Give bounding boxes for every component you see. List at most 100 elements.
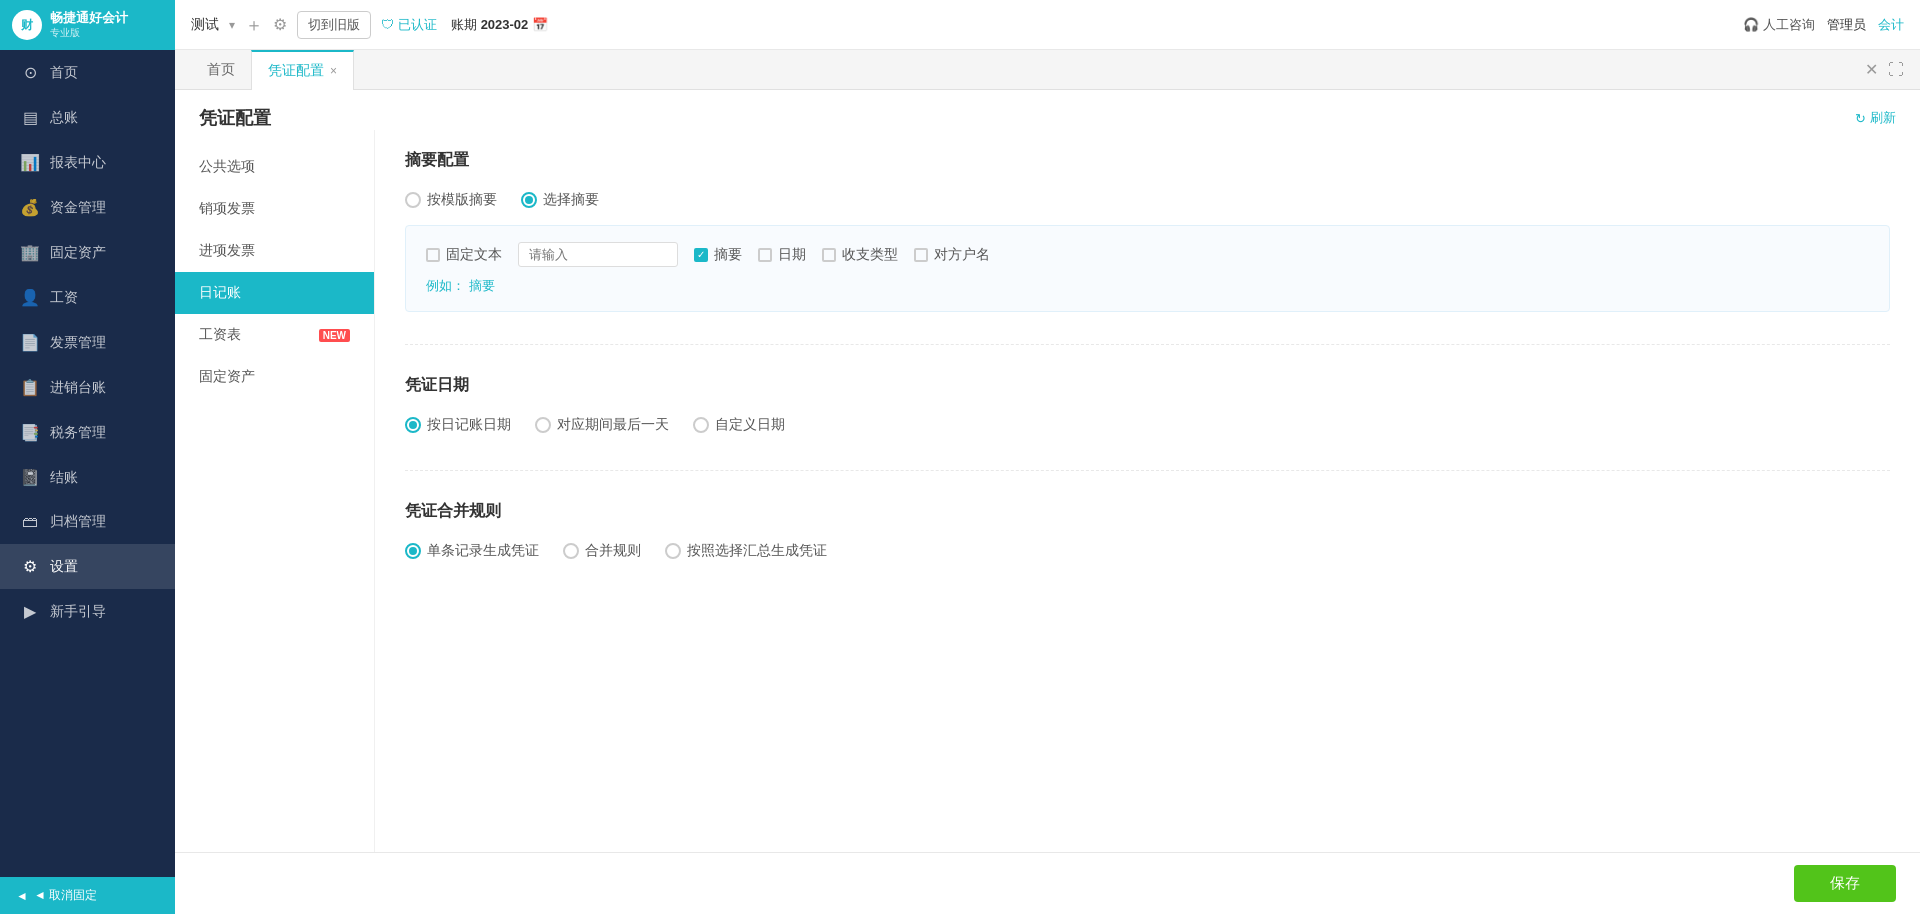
cancel-fixed-button[interactable]: ◄ ◄ 取消固定 bbox=[0, 877, 175, 914]
example-prefix: 例如： bbox=[426, 278, 465, 293]
tabbar: 首页 凭证配置 × ✕ ⛶ bbox=[175, 50, 1920, 90]
sidebar-item-settings[interactable]: ⚙ 设置 bbox=[0, 544, 175, 589]
sidebar-item-sales-ledger[interactable]: 📋 进销台账 bbox=[0, 365, 175, 410]
ledger-icon: ▤ bbox=[20, 108, 40, 127]
content-area: 凭证配置 ↻ 刷新 公共选项 销项发票 进项发票 日记账 工资表 NEW bbox=[175, 90, 1920, 914]
two-panel: 公共选项 销项发票 进项发票 日记账 工资表 NEW 固定资产 摘要配置 bbox=[175, 130, 1920, 852]
old-version-button[interactable]: 切到旧版 bbox=[297, 11, 371, 39]
merge-title: 凭证合并规则 bbox=[405, 501, 1890, 522]
checkbox-type-box[interactable] bbox=[822, 248, 836, 262]
shield-icon: 🛡 bbox=[381, 17, 394, 32]
checkbox-fixed-text-label: 固定文本 bbox=[446, 246, 502, 264]
checkbox-abstract-box[interactable] bbox=[694, 248, 708, 262]
radio-select[interactable]: 选择摘要 bbox=[521, 191, 599, 209]
manager-name: 管理员 bbox=[1827, 16, 1866, 34]
consult-label: 人工咨询 bbox=[1763, 16, 1815, 34]
logo-text-block: 畅捷通好会计 专业版 bbox=[50, 10, 128, 40]
cancel-fixed-icon: ◄ bbox=[16, 889, 28, 903]
checkbox-abstract[interactable]: 摘要 bbox=[694, 246, 742, 264]
sidebar-item-close-books[interactable]: 📓 结账 bbox=[0, 455, 175, 500]
cancel-fixed-label: ◄ 取消固定 bbox=[34, 887, 97, 904]
sidebar-item-guide[interactable]: ▶ 新手引导 bbox=[0, 589, 175, 634]
checkbox-fixed-text[interactable]: 固定文本 bbox=[426, 246, 502, 264]
sidebar-label-tax: 税务管理 bbox=[50, 424, 106, 442]
leftnav-purchase[interactable]: 进项发票 bbox=[175, 230, 374, 272]
radio-select-circle bbox=[521, 192, 537, 208]
refresh-label: 刷新 bbox=[1870, 109, 1896, 127]
right-content: 摘要配置 按模版摘要 选择摘要 bbox=[375, 130, 1920, 852]
sidebar-label-reports: 报表中心 bbox=[50, 154, 106, 172]
leftnav-payroll[interactable]: 工资表 NEW bbox=[175, 314, 374, 356]
tab-home[interactable]: 首页 bbox=[191, 50, 251, 90]
sidebar-item-archive[interactable]: 🗃 归档管理 bbox=[0, 500, 175, 544]
settings-button[interactable]: ⚙ bbox=[273, 15, 287, 34]
radio-journal-date-label: 按日记账日期 bbox=[427, 416, 511, 434]
company-name: 测试 bbox=[191, 16, 219, 34]
save-button[interactable]: 保存 bbox=[1794, 865, 1896, 902]
checkbox-date-label: 日期 bbox=[778, 246, 806, 264]
sales-ledger-icon: 📋 bbox=[20, 378, 40, 397]
close-window-icon[interactable]: ✕ bbox=[1865, 60, 1878, 79]
payroll-label: 工资表 bbox=[199, 326, 241, 344]
radio-custom-date-circle bbox=[693, 417, 709, 433]
sidebar-item-fund[interactable]: 💰 资金管理 bbox=[0, 185, 175, 230]
page-header: 凭证配置 ↻ 刷新 bbox=[175, 90, 1920, 130]
radio-custom-date[interactable]: 自定义日期 bbox=[693, 416, 785, 434]
sidebar-item-assets[interactable]: 🏢 固定资产 bbox=[0, 230, 175, 275]
summary-config-row: 固定文本 摘要 日期 bbox=[426, 242, 1869, 267]
fixed-text-input[interactable] bbox=[518, 242, 678, 267]
leftnav-sales[interactable]: 销项发票 bbox=[175, 188, 374, 230]
summary-title: 摘要配置 bbox=[405, 150, 1890, 171]
logo-text: 畅捷通好会计 bbox=[50, 10, 128, 26]
summary-config-box: 固定文本 摘要 日期 bbox=[405, 225, 1890, 312]
sidebar-label-ledger: 总账 bbox=[50, 109, 78, 127]
leftnav-public[interactable]: 公共选项 bbox=[175, 146, 374, 188]
sidebar-item-invoice[interactable]: 📄 发票管理 bbox=[0, 320, 175, 365]
dropdown-arrow-icon[interactable]: ▾ bbox=[229, 18, 235, 32]
tax-icon: 📑 bbox=[20, 423, 40, 442]
new-badge: NEW bbox=[319, 329, 350, 342]
sidebar-label-sales-ledger: 进销台账 bbox=[50, 379, 106, 397]
checkbox-fixed-text-box[interactable] bbox=[426, 248, 440, 262]
radio-single-label: 单条记录生成凭证 bbox=[427, 542, 539, 560]
tab-home-label: 首页 bbox=[207, 61, 235, 79]
radio-merge-rule[interactable]: 合并规则 bbox=[563, 542, 641, 560]
radio-journal-date[interactable]: 按日记账日期 bbox=[405, 416, 511, 434]
radio-select-merge-circle bbox=[665, 543, 681, 559]
sidebar-item-reports[interactable]: 📊 报表中心 bbox=[0, 140, 175, 185]
tab-voucher-config[interactable]: 凭证配置 × bbox=[251, 50, 354, 90]
leftnav-fixed[interactable]: 固定资产 bbox=[175, 356, 374, 398]
period-label: 账期 2023-02 📅 bbox=[451, 16, 548, 34]
radio-period-last[interactable]: 对应期间最后一天 bbox=[535, 416, 669, 434]
checkbox-date-box[interactable] bbox=[758, 248, 772, 262]
example-value: 摘要 bbox=[469, 278, 495, 293]
refresh-button[interactable]: ↻ 刷新 bbox=[1855, 109, 1896, 127]
bottom-bar: 保存 bbox=[175, 852, 1920, 914]
sidebar-item-tax[interactable]: 📑 税务管理 bbox=[0, 410, 175, 455]
checkbox-counterparty[interactable]: 对方户名 bbox=[914, 246, 990, 264]
checkbox-type[interactable]: 收支类型 bbox=[822, 246, 898, 264]
consult-button[interactable]: 🎧 人工咨询 bbox=[1743, 16, 1815, 34]
leftnav-journal[interactable]: 日记账 bbox=[175, 272, 374, 314]
add-tab-button[interactable]: ＋ bbox=[245, 13, 263, 37]
radio-single[interactable]: 单条记录生成凭证 bbox=[405, 542, 539, 560]
sidebar-label-settings: 设置 bbox=[50, 558, 78, 576]
radio-select-merge[interactable]: 按照选择汇总生成凭证 bbox=[665, 542, 827, 560]
tab-close-icon[interactable]: × bbox=[330, 64, 337, 78]
fullscreen-icon[interactable]: ⛶ bbox=[1888, 61, 1904, 79]
sidebar-label-home: 首页 bbox=[50, 64, 78, 82]
checkbox-date[interactable]: 日期 bbox=[758, 246, 806, 264]
radio-period-last-circle bbox=[535, 417, 551, 433]
date-title: 凭证日期 bbox=[405, 375, 1890, 396]
home-icon: ⊙ bbox=[20, 63, 40, 82]
sidebar-item-ledger[interactable]: ▤ 总账 bbox=[0, 95, 175, 140]
certified-label: 已认证 bbox=[398, 16, 437, 34]
radio-template[interactable]: 按模版摘要 bbox=[405, 191, 497, 209]
checkbox-counterparty-box[interactable] bbox=[914, 248, 928, 262]
sidebar-item-payroll[interactable]: 👤 工资 bbox=[0, 275, 175, 320]
headset-icon: 🎧 bbox=[1743, 17, 1759, 32]
radio-select-merge-label: 按照选择汇总生成凭证 bbox=[687, 542, 827, 560]
payroll-icon: 👤 bbox=[20, 288, 40, 307]
summary-section: 摘要配置 按模版摘要 选择摘要 bbox=[405, 150, 1890, 345]
sidebar-item-home[interactable]: ⊙ 首页 bbox=[0, 50, 175, 95]
